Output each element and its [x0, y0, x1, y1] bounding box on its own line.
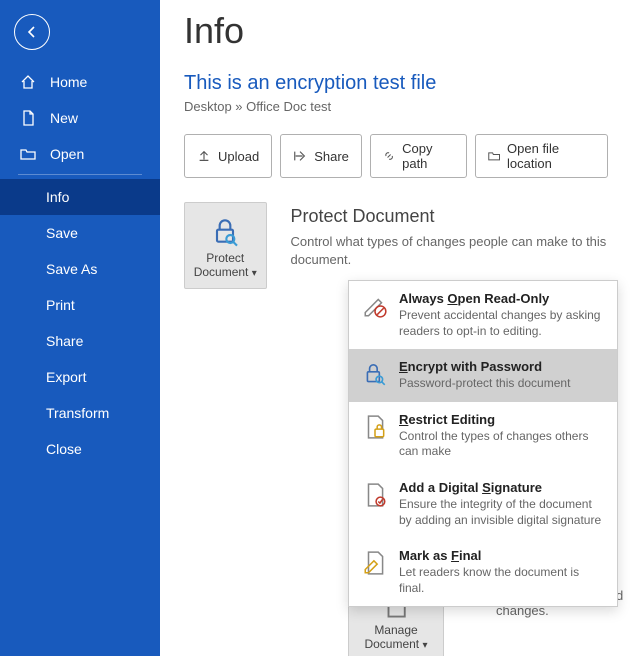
page-title: Info: [184, 10, 608, 52]
main-content: Info This is an encryption test file Des…: [160, 0, 632, 656]
protect-section: Protect Document ▾ Protect Document Cont…: [184, 202, 608, 289]
tile-label: Protect Document ▾: [191, 251, 260, 280]
menu-item-read-only[interactable]: Always Open Read-Only Prevent accidental…: [349, 281, 617, 349]
signature-icon: [361, 482, 389, 510]
section-heading: Protect Document: [291, 206, 609, 227]
arrow-left-icon: [24, 24, 40, 40]
menu-item-restrict-editing[interactable]: Restrict Editing Control the types of ch…: [349, 402, 617, 470]
btn-label: Copy path: [402, 141, 454, 171]
breadcrumb: Desktop » Office Doc test: [184, 99, 608, 114]
nav-label: Print: [46, 297, 75, 313]
menu-title: Encrypt with Password: [399, 359, 605, 374]
nav-label: New: [50, 110, 78, 126]
sidebar-item-export[interactable]: Export: [0, 359, 160, 395]
menu-item-encrypt-password[interactable]: Encrypt with Password Password-protect t…: [349, 349, 617, 402]
backstage-sidebar: Home New Open Info Save Save As Print Sh…: [0, 0, 160, 656]
menu-desc: Control the types of changes others can …: [399, 429, 605, 460]
nav-label: Export: [46, 369, 86, 385]
btn-label: Share: [314, 149, 349, 164]
share-button[interactable]: Share: [280, 134, 362, 178]
link-icon: [383, 149, 395, 163]
nav-label: Save As: [46, 261, 97, 277]
sidebar-item-open[interactable]: Open: [0, 136, 160, 172]
menu-desc: Prevent accidental changes by asking rea…: [399, 308, 605, 339]
sidebar-item-transform[interactable]: Transform: [0, 395, 160, 431]
open-location-button[interactable]: Open file location: [475, 134, 608, 178]
section-desc: Control what types of changes people can…: [291, 233, 609, 269]
menu-desc: Password-protect this document: [399, 376, 605, 392]
menu-desc: Ensure the integrity of the document by …: [399, 497, 605, 528]
restrict-icon: [361, 414, 389, 442]
read-only-icon: [361, 293, 389, 321]
sidebar-item-save-as[interactable]: Save As: [0, 251, 160, 287]
sidebar-item-home[interactable]: Home: [0, 64, 160, 100]
final-icon: [361, 550, 389, 578]
document-title[interactable]: This is an encryption test file: [184, 72, 608, 95]
lock-icon: [209, 215, 241, 247]
menu-title: Always Open Read-Only: [399, 291, 605, 306]
protect-document-menu: Always Open Read-Only Prevent accidental…: [348, 280, 618, 607]
home-icon: [20, 74, 36, 90]
share-icon: [293, 149, 307, 163]
sidebar-item-new[interactable]: New: [0, 100, 160, 136]
nav-label: Close: [46, 441, 82, 457]
menu-item-mark-final[interactable]: Mark as Final Let readers know the docum…: [349, 538, 617, 606]
menu-desc: Let readers know the document is final.: [399, 565, 605, 596]
back-button[interactable]: [14, 14, 50, 50]
menu-item-digital-signature[interactable]: Add a Digital Signature Ensure the integ…: [349, 470, 617, 538]
nav-label: Home: [50, 74, 87, 90]
nav-label: Open: [50, 146, 84, 162]
btn-label: Open file location: [507, 141, 595, 171]
chevron-down-icon: ▾: [423, 640, 428, 651]
menu-title: Add a Digital Signature: [399, 480, 605, 495]
protect-document-tile[interactable]: Protect Document ▾: [184, 202, 267, 289]
open-folder-icon: [20, 146, 36, 162]
sidebar-item-save[interactable]: Save: [0, 215, 160, 251]
nav-label: Transform: [46, 405, 109, 421]
nav-label: Save: [46, 225, 78, 241]
upload-icon: [197, 149, 211, 163]
sidebar-item-info[interactable]: Info: [0, 179, 160, 215]
sidebar-item-share[interactable]: Share: [0, 323, 160, 359]
menu-title: Restrict Editing: [399, 412, 605, 427]
copy-path-button[interactable]: Copy path: [370, 134, 467, 178]
chevron-down-icon: ▾: [252, 268, 257, 279]
new-doc-icon: [20, 110, 36, 126]
lock-search-icon: [361, 361, 389, 389]
nav-label: Share: [46, 333, 83, 349]
upload-button[interactable]: Upload: [184, 134, 272, 178]
sidebar-item-print[interactable]: Print: [0, 287, 160, 323]
btn-label: Upload: [218, 149, 259, 164]
nav-divider: [18, 174, 142, 175]
tile-label: Manage Document ▾: [355, 623, 437, 652]
folder-icon: [488, 149, 500, 163]
sidebar-item-close[interactable]: Close: [0, 431, 160, 467]
nav-label: Info: [46, 189, 69, 205]
protect-text: Protect Document Control what types of c…: [291, 206, 609, 269]
action-row: Upload Share Copy path Open file locatio…: [184, 134, 608, 178]
menu-title: Mark as Final: [399, 548, 605, 563]
